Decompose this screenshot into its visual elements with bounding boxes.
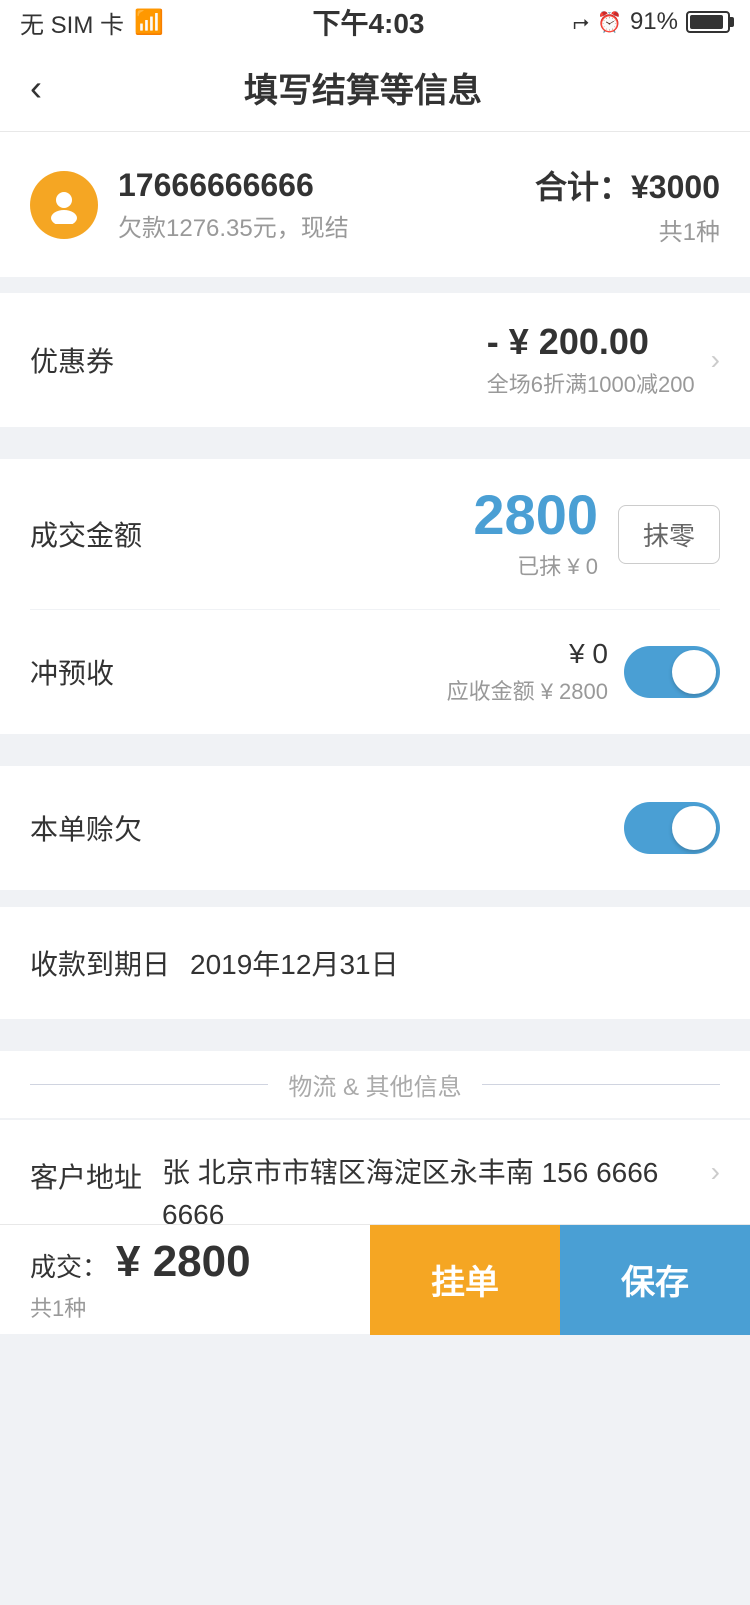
round-button[interactable]: 抹零 (618, 505, 720, 564)
address-label: 客户地址 (30, 1152, 142, 1196)
deal-amount-label: 成交金额 (30, 514, 142, 554)
bottom-deal-label: 成交： (30, 1247, 108, 1284)
bottom-deal-count: 共1种 (30, 1291, 340, 1323)
bendan-section: 本单赊欠 (0, 766, 750, 890)
alarm-icon: ⏰ (597, 10, 622, 35)
customer-info: 17666666666 欠款1276.35元，现结 (118, 167, 349, 243)
bendan-label: 本单赊欠 (30, 808, 142, 848)
wifi-icon: 📶 (134, 8, 164, 37)
status-right: ⮣ ⏰ 91% (573, 8, 730, 36)
bendan-toggle[interactable] (624, 802, 720, 854)
total-amount: 合计：¥3000 (535, 162, 720, 208)
section-separator-1 (0, 443, 750, 459)
chong-sub: 应收金额 ¥ 2800 (447, 674, 608, 706)
save-button[interactable]: 保存 (560, 1225, 750, 1335)
customer-right: 合计：¥3000 共1种 (535, 162, 720, 247)
nav-bar: ‹ 填写结算等信息 (0, 44, 750, 132)
location-icon: ⮣ (573, 11, 589, 34)
content: 17666666666 欠款1276.35元，现结 合计：¥3000 共1种 优… (0, 132, 750, 1605)
chong-amount: ¥ 0 应收金额 ¥ 2800 (447, 638, 608, 706)
back-button[interactable]: ‹ (30, 67, 42, 109)
bottom-deal: 成交： ¥ 2800 (30, 1237, 340, 1287)
bendan-toggle-knob (672, 806, 716, 850)
duedate-row: 收款到期日 2019年12月31日 (30, 907, 720, 1019)
duedate-label: 收款到期日 (30, 943, 170, 983)
customer-debt: 欠款1276.35元，现结 (118, 208, 349, 243)
duedate-section: 收款到期日 2019年12月31日 (0, 906, 750, 1019)
status-time: 下午4:03 (312, 2, 424, 42)
avatar (30, 171, 98, 239)
customer-phone: 17666666666 (118, 167, 349, 204)
deal-amount-row: 成交金额 2800 已抹 ¥ 0 抹零 (30, 459, 720, 610)
bendan-row: 本单赊欠 (30, 766, 720, 890)
battery-icon (686, 11, 730, 33)
chong-toggle[interactable] (624, 646, 720, 698)
bottom-summary: 成交： ¥ 2800 共1种 (0, 1237, 370, 1323)
coupon-right: - ¥ 200.00 全场6折满1000减200 › (487, 321, 720, 399)
status-bar: 无 SIM 卡 📶 下午4:03 ⮣ ⏰ 91% (0, 0, 750, 44)
section-separator-3 (0, 1035, 750, 1051)
deal-amount-right: 2800 已抹 ¥ 0 抹零 (473, 487, 720, 581)
amount-section: 成交金额 2800 已抹 ¥ 0 抹零 冲预收 ¥ 0 应收金额 ¥ 2800 (0, 459, 750, 734)
bottom-deal-amount: ¥ 2800 (116, 1237, 251, 1287)
divider-line-left (30, 1084, 268, 1085)
customer-card: 17666666666 欠款1276.35元，现结 合计：¥3000 共1种 (0, 132, 750, 277)
coupon-row[interactable]: 优惠券 - ¥ 200.00 全场6折满1000减200 › (0, 293, 750, 427)
divider-line-right (482, 1084, 720, 1085)
chong-toggle-knob (672, 650, 716, 694)
customer-left: 17666666666 欠款1276.35元，现结 (30, 167, 349, 243)
chong-label: 冲预收 (30, 652, 114, 692)
coupon-description: 全场6折满1000减200 (487, 367, 695, 399)
logistics-sep: 物流 & 其他信息 (0, 1051, 750, 1118)
coupon-chevron-icon: › (711, 344, 720, 376)
hang-button[interactable]: 挂单 (370, 1225, 560, 1335)
logistics-divider: 物流 & 其他信息 (30, 1067, 720, 1102)
bottom-bar: 成交： ¥ 2800 共1种 挂单 保存 (0, 1224, 750, 1334)
coupon-discount: - ¥ 200.00 (487, 321, 695, 363)
duedate-value: 2019年12月31日 (190, 943, 399, 983)
total-count: 共1种 (535, 212, 720, 247)
page-title: 填写结算等信息 (62, 63, 664, 112)
deal-amount-value: 2800 (473, 487, 598, 543)
logistics-divider-text: 物流 & 其他信息 (288, 1067, 461, 1102)
coupon-label: 优惠券 (30, 340, 114, 380)
chong-row: 冲预收 ¥ 0 应收金额 ¥ 2800 (30, 610, 720, 734)
deal-amount-sub: 已抹 ¥ 0 (473, 549, 598, 581)
chong-value: ¥ 0 (447, 638, 608, 670)
section-separator-2 (0, 750, 750, 766)
address-chevron-icon: › (711, 1152, 720, 1188)
status-left: 无 SIM 卡 📶 (20, 5, 164, 40)
chong-right: ¥ 0 应收金额 ¥ 2800 (447, 638, 720, 706)
battery-text: 91% (630, 8, 678, 36)
sim-text: 无 SIM 卡 (20, 5, 124, 40)
